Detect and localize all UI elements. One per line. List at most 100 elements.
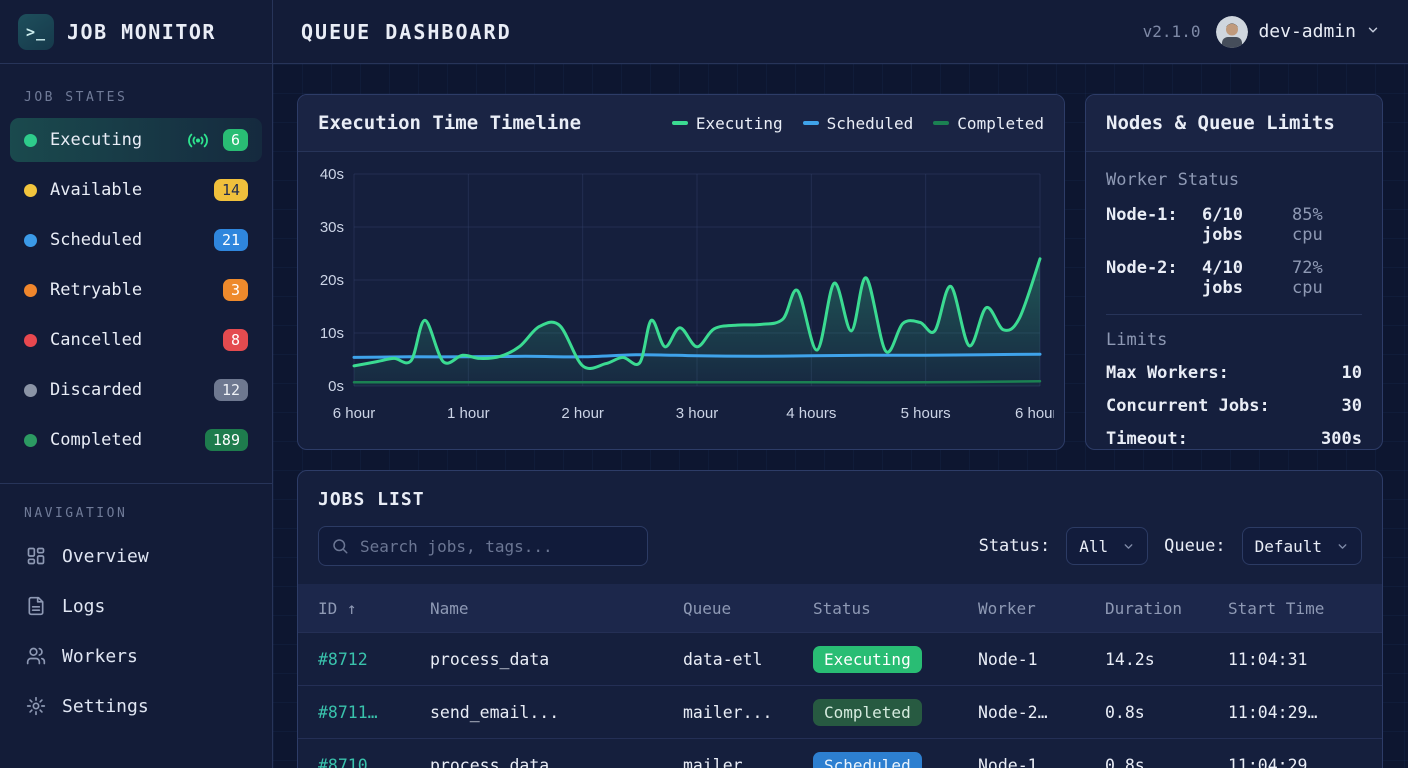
timeline-chart: 0s 10s 20s 30s 40s 6 hour 1 hour 2 hour 3 hour 4 …	[320, 166, 1064, 422]
grid-icon	[25, 545, 47, 567]
top-bar: QUEUE DASHBOARD v2.1.0 dev-admin	[273, 0, 1408, 64]
sidebar-item-settings[interactable]: Settings	[0, 681, 272, 731]
column-queue[interactable]: Queue	[683, 599, 813, 618]
svg-text:6 hour: 6 hour	[333, 405, 376, 422]
job-name: process_data	[430, 755, 550, 768]
limits-heading: Limits	[1106, 330, 1168, 350]
state-count-badge: 12	[213, 379, 248, 401]
sidebar: >_ JOB MONITOR JOB STATES Executing 6 Av…	[0, 0, 273, 768]
state-label: Discarded	[50, 380, 143, 400]
sidebar-item-scheduled[interactable]: Scheduled 21	[10, 218, 262, 262]
jobs-table-header: ID ↑ Name Queue Status Worker Duration S…	[298, 584, 1382, 632]
legend-scheduled[interactable]: Scheduled	[802, 114, 913, 133]
people-icon	[25, 645, 47, 667]
sidebar-item-discarded[interactable]: Discarded 12	[10, 368, 262, 412]
job-states-heading: JOB STATES	[24, 90, 128, 105]
table-row[interactable]: #8710 process_data mailer Scheduled Node…	[298, 738, 1382, 768]
job-queue: mailer...	[683, 702, 773, 722]
column-id[interactable]: ID ↑	[318, 599, 430, 618]
legend-executing[interactable]: Executing	[671, 114, 783, 133]
jobs-list-title: JOBS LIST	[318, 489, 425, 510]
user-menu[interactable]: dev-admin	[1216, 15, 1380, 48]
state-count-badge: 6	[222, 129, 248, 151]
state-count-badge: 14	[213, 179, 248, 201]
nodes-card-header: Nodes & Queue Limits	[1086, 95, 1382, 152]
job-worker: Node-1	[978, 649, 1038, 669]
app-root: >_ JOB MONITOR JOB STATES Executing 6 Av…	[0, 0, 1408, 768]
job-worker: Node-2…	[978, 702, 1048, 722]
search-input[interactable]	[358, 535, 635, 557]
completed-legend-dash-icon	[933, 121, 950, 125]
navigation-heading: NAVIGATION	[24, 506, 128, 521]
job-duration: 0.8s	[1105, 702, 1145, 722]
sidebar-item-cancelled[interactable]: Cancelled 8	[10, 318, 262, 362]
jobs-table: ID ↑ Name Queue Status Worker Duration S…	[298, 584, 1382, 768]
gear-icon	[25, 695, 47, 717]
job-start-time: 11:04:29	[1228, 755, 1308, 768]
job-name: process_data	[430, 649, 550, 669]
timeline-chart-area: 0s 10s 20s 30s 40s 6 hour 1 hour 2 hour 3 hour 4 …	[298, 152, 1064, 438]
chart-legend: Executing Scheduled Completed	[671, 114, 1044, 133]
state-count-badge: 8	[222, 329, 248, 351]
column-start-time[interactable]: Start Time	[1228, 599, 1382, 618]
nodes-card-divider	[1106, 314, 1362, 315]
nodes-card-title: Nodes & Queue Limits	[1106, 112, 1335, 134]
avatar	[1216, 15, 1249, 48]
job-id-link[interactable]: #8710	[318, 756, 430, 768]
completed-dot	[24, 433, 37, 447]
state-count-badge: 189	[204, 429, 248, 451]
sidebar-item-logs[interactable]: Logs	[0, 581, 272, 631]
queue-filter-select[interactable]: Default	[1241, 527, 1362, 565]
state-label: Scheduled	[50, 230, 143, 250]
job-duration: 14.2s	[1105, 649, 1155, 669]
state-label: Cancelled	[50, 330, 143, 350]
version-label: v2.1.0	[1142, 22, 1201, 41]
state-label: Available	[50, 180, 143, 200]
svg-text:1 hour: 1 hour	[447, 405, 490, 422]
main-area: QUEUE DASHBOARD v2.1.0 dev-admin Executi…	[273, 0, 1408, 768]
status-badge: Executing	[813, 645, 922, 673]
sidebar-item-executing[interactable]: Executing 6	[10, 118, 262, 162]
node-status-row: Node-2: 4/10 jobs 72% cpu	[1106, 258, 1323, 298]
sidebar-item-available[interactable]: Available 14	[10, 168, 262, 212]
sidebar-item-workers[interactable]: Workers	[0, 631, 272, 681]
jobs-search	[318, 526, 648, 566]
executing-dot	[24, 133, 37, 147]
job-id-link[interactable]: #8711…	[318, 703, 430, 722]
svg-text:0s: 0s	[328, 378, 344, 395]
page-title: QUEUE DASHBOARD	[301, 19, 512, 44]
svg-text:40s: 40s	[320, 166, 344, 183]
state-count-badge: 3	[222, 279, 248, 301]
live-activity-icon	[186, 133, 210, 148]
column-status[interactable]: Status	[813, 599, 978, 618]
sidebar-item-retryable[interactable]: Retryable 3	[10, 268, 262, 312]
limit-row: Max Workers: 10	[1106, 363, 1362, 383]
legend-completed[interactable]: Completed	[933, 114, 1044, 133]
state-count-badge: 21	[213, 229, 248, 251]
chevron-down-icon	[1336, 540, 1349, 553]
state-label: Executing	[50, 130, 143, 150]
retryable-dot	[24, 283, 37, 297]
chevron-down-icon	[1122, 540, 1135, 553]
table-row[interactable]: #8711… send_email... mailer... Completed…	[298, 685, 1382, 738]
sidebar-item-overview[interactable]: Overview	[0, 531, 272, 581]
timeline-card: Execution Time Timeline Executing Schedu…	[297, 94, 1065, 450]
table-row[interactable]: #8712 process_data data-etl Executing No…	[298, 632, 1382, 685]
sidebar-header: >_ JOB MONITOR	[0, 0, 272, 64]
job-id-link[interactable]: #8712	[318, 650, 430, 669]
state-label: Completed	[50, 430, 143, 450]
sidebar-item-completed[interactable]: Completed 189	[10, 418, 262, 462]
svg-text:2 hour: 2 hour	[561, 405, 604, 422]
terminal-logo-icon: >_	[18, 13, 54, 50]
app-brand: JOB MONITOR	[67, 19, 216, 44]
search-icon	[331, 537, 349, 555]
column-name[interactable]: Name	[430, 599, 683, 618]
column-duration[interactable]: Duration	[1105, 599, 1228, 618]
status-badge: Scheduled	[813, 751, 922, 768]
username: dev-admin	[1258, 21, 1356, 42]
svg-text:4 hours: 4 hours	[786, 405, 836, 422]
job-start-time: 11:04:29…	[1228, 702, 1318, 722]
status-filter-select[interactable]: All	[1066, 527, 1149, 565]
column-worker[interactable]: Worker	[978, 599, 1105, 618]
sidebar-divider	[0, 483, 272, 484]
